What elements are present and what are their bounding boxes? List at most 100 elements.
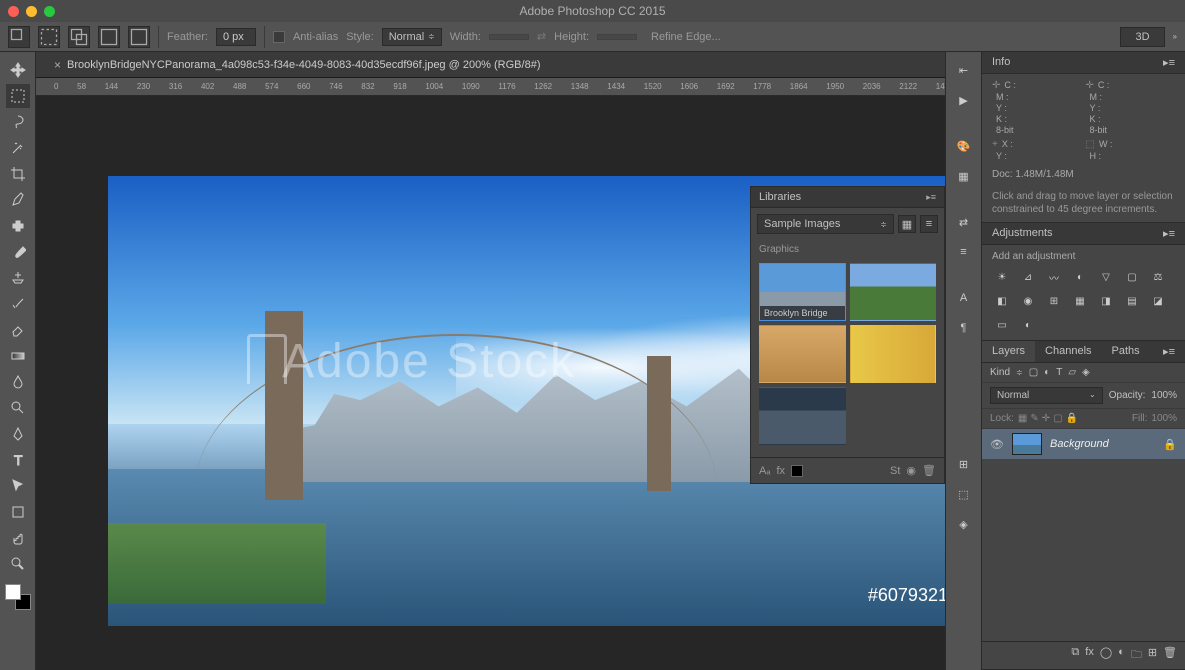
- list-view-icon[interactable]: ≡: [920, 215, 938, 233]
- layer-lock-icon[interactable]: 🔒: [1163, 438, 1177, 451]
- brightness-contrast-icon[interactable]: ☀: [992, 268, 1012, 286]
- panel-menu-icon[interactable]: ▸≡: [1163, 227, 1175, 240]
- close-window-button[interactable]: [8, 6, 19, 17]
- selective-color-icon[interactable]: ◐: [1018, 316, 1038, 334]
- marquee-tool[interactable]: [6, 84, 30, 108]
- refine-edge-button[interactable]: Refine Edge...: [651, 31, 721, 43]
- eyedropper-tool[interactable]: [6, 188, 30, 212]
- delete-icon[interactable]: 🗑: [922, 464, 936, 477]
- styles-panel-icon[interactable]: ⬚: [952, 482, 976, 506]
- link-layers-icon[interactable]: ⧉: [1071, 646, 1079, 665]
- exposure-icon[interactable]: ◐: [1070, 268, 1090, 286]
- layer-visibility-icon[interactable]: 👁: [990, 438, 1004, 451]
- gradient-tool[interactable]: [6, 344, 30, 368]
- library-dropdown[interactable]: Sample Images≑: [757, 214, 894, 234]
- gradient-map-icon[interactable]: ▭: [992, 316, 1012, 334]
- path-selection-tool[interactable]: [6, 474, 30, 498]
- brush-presets-panel-icon[interactable]: ≡: [952, 240, 976, 264]
- minimize-window-button[interactable]: [26, 6, 37, 17]
- crop-tool[interactable]: [6, 162, 30, 186]
- color-panel-icon[interactable]: 🎨: [952, 134, 976, 158]
- opacity-value[interactable]: 100%: [1151, 390, 1177, 401]
- zoom-tool[interactable]: [6, 552, 30, 576]
- new-layer-icon[interactable]: ⊞: [1148, 646, 1157, 665]
- lock-position-icon[interactable]: ✛: [1042, 413, 1050, 424]
- filter-type-icon[interactable]: T: [1056, 367, 1062, 378]
- panel-menu-icon[interactable]: ▸≡: [1153, 341, 1185, 362]
- grid-view-icon[interactable]: ▦: [898, 215, 916, 233]
- levels-icon[interactable]: ⊿: [1018, 268, 1038, 286]
- adjustment-layer-icon[interactable]: ◐: [1118, 646, 1125, 665]
- channel-mixer-icon[interactable]: ⊞: [1044, 292, 1064, 310]
- move-tool[interactable]: [6, 58, 30, 82]
- stock-search-icon[interactable]: St: [890, 465, 900, 477]
- filter-adjustment-icon[interactable]: ◐: [1044, 367, 1050, 378]
- posterize-icon[interactable]: ▤: [1122, 292, 1142, 310]
- hand-tool[interactable]: [6, 526, 30, 550]
- library-item[interactable]: [759, 325, 846, 383]
- workspace-menu-icon[interactable]: »: [1173, 32, 1177, 41]
- layer-style-icon[interactable]: fx: [1085, 646, 1094, 665]
- library-item[interactable]: Brooklyn Bridge: [759, 263, 846, 321]
- panel-menu-icon[interactable]: ▸≡: [1163, 56, 1175, 69]
- history-panel-icon[interactable]: ▶: [952, 88, 976, 112]
- paragraph-panel-icon[interactable]: ¶: [952, 316, 976, 340]
- delete-layer-icon[interactable]: 🗑: [1163, 646, 1177, 665]
- panel-menu-icon[interactable]: ▸≡: [926, 192, 936, 203]
- workspace-3d[interactable]: 3D: [1120, 27, 1164, 47]
- lock-transparency-icon[interactable]: ▦: [1018, 413, 1027, 424]
- eraser-tool[interactable]: [6, 318, 30, 342]
- clone-stamp-tool[interactable]: [6, 266, 30, 290]
- filter-smart-icon[interactable]: ◈: [1082, 367, 1090, 378]
- swatches-panel-icon[interactable]: ▦: [952, 164, 976, 188]
- blur-tool[interactable]: [6, 370, 30, 394]
- library-item[interactable]: [850, 325, 937, 383]
- selection-intersect-icon[interactable]: [128, 26, 150, 48]
- cloud-icon[interactable]: ◉: [906, 464, 916, 477]
- group-icon[interactable]: 🗀: [1131, 646, 1142, 665]
- style-dropdown[interactable]: Normal≑: [382, 28, 442, 46]
- library-item[interactable]: [850, 263, 937, 321]
- lock-artboard-icon[interactable]: ▢: [1053, 413, 1062, 424]
- selection-subtract-icon[interactable]: [98, 26, 120, 48]
- lasso-tool[interactable]: [6, 110, 30, 134]
- lock-all-icon[interactable]: 🔒: [1066, 413, 1078, 424]
- collapse-arrow-icon[interactable]: ⇤: [952, 58, 976, 82]
- selection-new-icon[interactable]: [38, 26, 60, 48]
- add-character-style-icon[interactable]: Aₐ: [759, 465, 770, 477]
- photo-filter-icon[interactable]: ◉: [1018, 292, 1038, 310]
- color-lookup-icon[interactable]: ▦: [1070, 292, 1090, 310]
- vibrance-icon[interactable]: ▽: [1096, 268, 1116, 286]
- threshold-icon[interactable]: ◪: [1148, 292, 1168, 310]
- foreground-color-swatch[interactable]: [5, 584, 21, 600]
- selection-add-icon[interactable]: [68, 26, 90, 48]
- pen-tool[interactable]: [6, 422, 30, 446]
- layer-mask-icon[interactable]: ◯: [1100, 646, 1112, 665]
- blend-mode-dropdown[interactable]: Normal⌄: [990, 387, 1103, 404]
- color-swatches[interactable]: [5, 584, 31, 610]
- document-tab[interactable]: × BrooklynBridgeNYCPanorama_4a098c53-f34…: [44, 54, 550, 76]
- layer-row[interactable]: 👁 Background 🔒: [982, 429, 1185, 459]
- hue-saturation-icon[interactable]: ▢: [1122, 268, 1142, 286]
- healing-tool[interactable]: [6, 214, 30, 238]
- layer-name[interactable]: Background: [1050, 438, 1155, 450]
- paths-tab[interactable]: Paths: [1102, 341, 1150, 362]
- color-balance-icon[interactable]: ⚖: [1148, 268, 1168, 286]
- layers-tab[interactable]: Layers: [982, 341, 1035, 362]
- add-layer-style-icon[interactable]: fx: [776, 465, 785, 477]
- filter-pixel-icon[interactable]: ▢: [1029, 367, 1038, 378]
- curves-icon[interactable]: 〰: [1044, 268, 1064, 286]
- close-tab-icon[interactable]: ×: [54, 58, 61, 72]
- invert-icon[interactable]: ◨: [1096, 292, 1116, 310]
- tool-preset-icon[interactable]: [8, 26, 30, 48]
- feather-input[interactable]: 0 px: [216, 28, 256, 46]
- anti-alias-checkbox[interactable]: [273, 31, 285, 43]
- add-fill-color-icon[interactable]: [791, 465, 803, 477]
- navigator-panel-icon[interactable]: ◈: [952, 512, 976, 536]
- lock-pixels-icon[interactable]: ✎: [1030, 413, 1038, 424]
- fill-value[interactable]: 100%: [1151, 413, 1177, 424]
- magic-wand-tool[interactable]: [6, 136, 30, 160]
- layer-thumbnail[interactable]: [1012, 433, 1042, 455]
- history-brush-tool[interactable]: [6, 292, 30, 316]
- maximize-window-button[interactable]: [44, 6, 55, 17]
